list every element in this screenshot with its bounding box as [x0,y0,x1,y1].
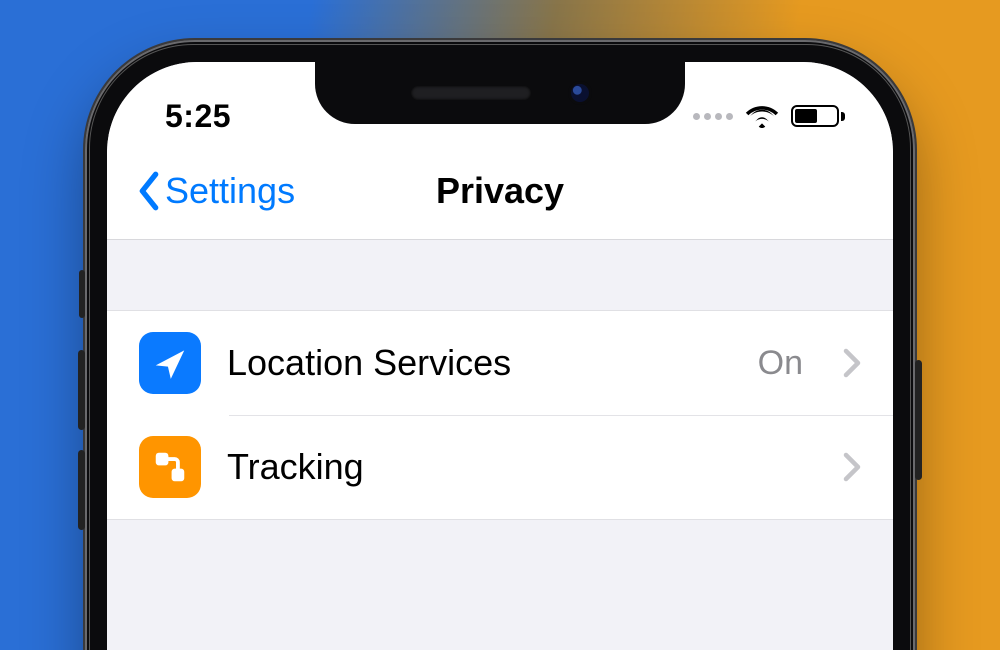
signal-dots-icon [693,113,733,120]
battery-icon [791,105,845,127]
volume-down-button [78,450,85,530]
tracking-icon [139,436,201,498]
notch [315,62,685,124]
mute-switch [79,270,85,318]
row-value: On [758,344,803,383]
chevron-left-icon [135,171,163,211]
settings-content: Location Services On Tracking [107,240,893,650]
location-arrow-icon [139,332,201,394]
row-label: Location Services [227,342,732,384]
power-button [915,360,922,480]
front-camera [571,84,589,102]
status-time: 5:25 [165,98,231,135]
back-label: Settings [165,170,295,212]
volume-up-button [78,350,85,430]
row-label: Tracking [227,446,803,488]
nav-bar: Settings Privacy [107,142,893,240]
wifi-icon [745,103,779,129]
earpiece-speaker [411,86,531,100]
row-tracking[interactable]: Tracking [107,415,893,519]
chevron-right-icon [843,348,861,378]
screen: 5:25 Settings P [107,62,893,650]
row-location-services[interactable]: Location Services On [107,311,893,415]
settings-group: Location Services On Tracking [107,310,893,520]
chevron-right-icon [843,452,861,482]
status-right [693,103,845,129]
back-button[interactable]: Settings [135,170,295,212]
phone-frame: 5:25 Settings P [85,40,915,650]
